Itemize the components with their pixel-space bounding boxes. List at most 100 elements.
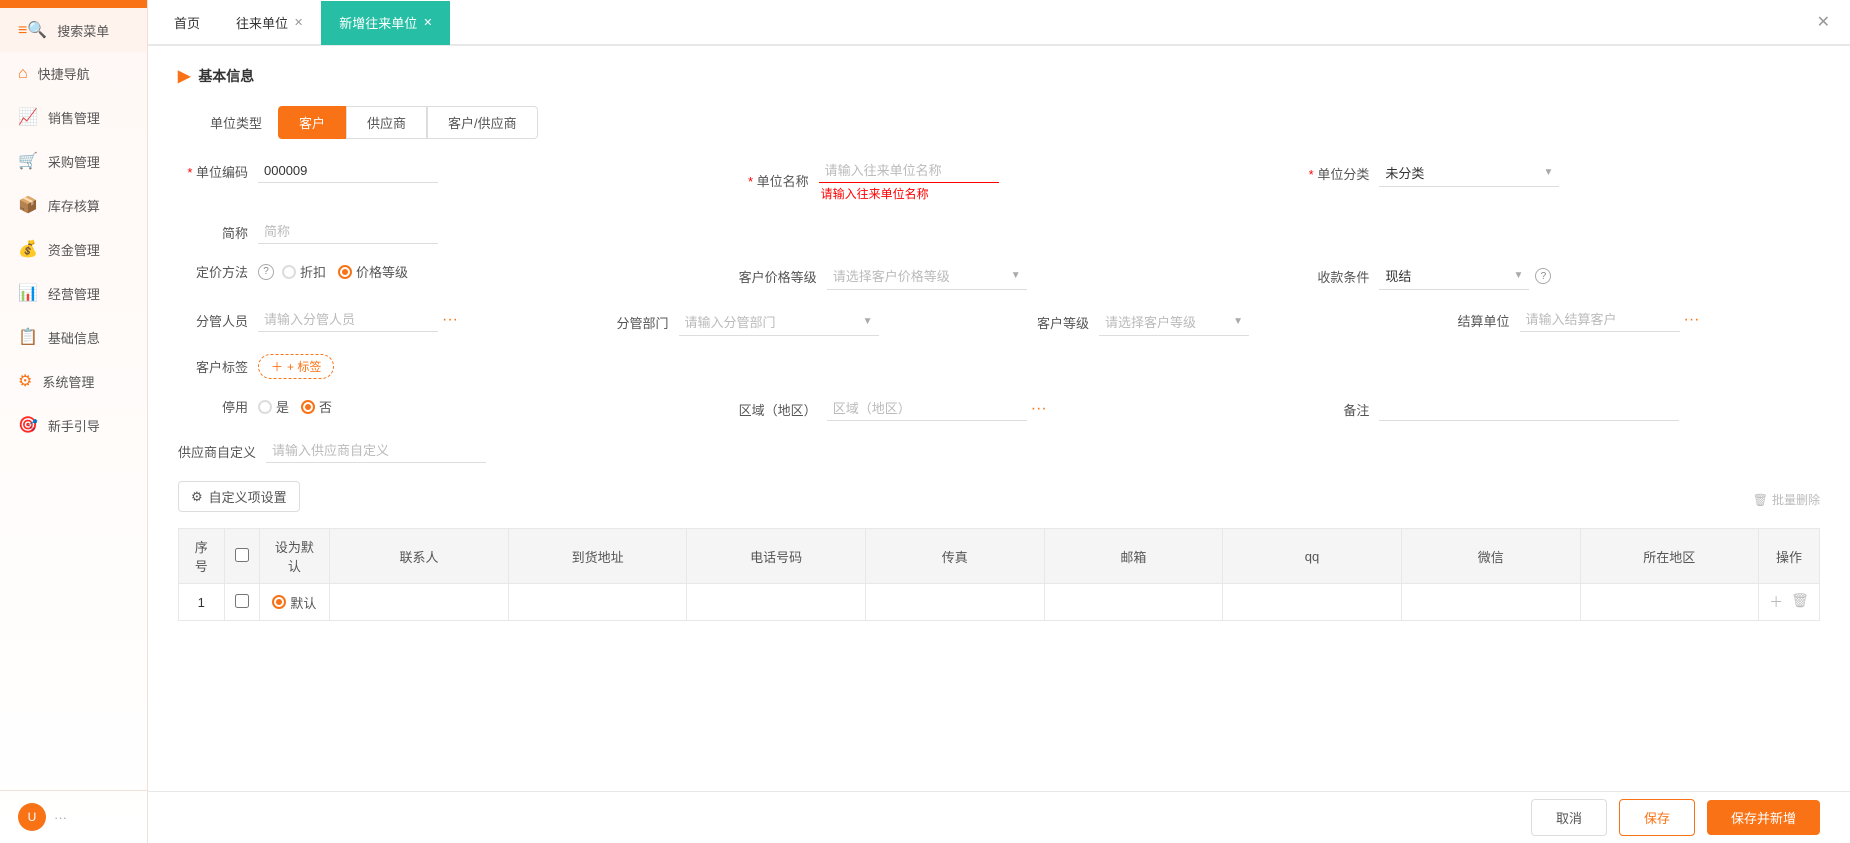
settlement-input[interactable] [1520, 308, 1680, 332]
cancel-button[interactable]: 取消 [1531, 799, 1607, 836]
settlement-more-dots[interactable]: ··· [1680, 311, 1704, 329]
sidebar-bottom: U ··· [0, 790, 147, 843]
unit-code-input[interactable] [258, 159, 438, 183]
manager-input[interactable] [258, 308, 438, 332]
operations-icon: 📊 [18, 283, 38, 303]
pricing-discount-label: 折扣 [300, 262, 326, 281]
sidebar-item-search[interactable]: ≡🔍 搜索菜单 [0, 8, 147, 52]
row-checkbox[interactable] [235, 594, 249, 608]
customer-price-chevron: ▼ [1011, 270, 1021, 281]
row-fax[interactable] [865, 584, 1044, 621]
row-wechat[interactable] [1401, 584, 1580, 621]
short-name-label: 简称 [178, 223, 258, 242]
sidebar-item-inventory[interactable]: 📦 库存核算 [0, 183, 147, 227]
row-email[interactable] [1044, 584, 1223, 621]
supplier-custom-input[interactable] [266, 439, 486, 463]
tab-contacts-close[interactable]: ✕ [294, 16, 303, 29]
unit-category-dropdown[interactable]: 未分类 ▼ [1379, 159, 1559, 187]
row-default-radio[interactable]: 默认 [270, 593, 320, 612]
area-more-dots[interactable]: ··· [1027, 400, 1051, 418]
tab-new-contact-close[interactable]: ✕ [423, 16, 432, 29]
row-add-btn[interactable]: ＋ [1769, 592, 1783, 612]
row-delete-btn[interactable]: 🗑 [1791, 592, 1809, 612]
pricing-discount-radio[interactable]: 折扣 [282, 262, 326, 281]
sidebar-item-system[interactable]: ⚙ 系统管理 [0, 359, 147, 403]
customer-price-dropdown[interactable]: 请选择客户价格等级 ▼ [827, 262, 1027, 290]
guide-icon: 🎯 [18, 415, 38, 435]
basicinfo-icon: 📋 [18, 327, 38, 347]
unit-type-supplier-btn[interactable]: 供应商 [346, 106, 427, 139]
section-basic-info: ▶ 基本信息 [178, 66, 1820, 86]
add-tag-button[interactable]: ＋ + 标签 [258, 354, 334, 379]
tab-new-contact[interactable]: 新增往来单位 ✕ [321, 1, 450, 45]
row-wechat-input[interactable] [1412, 595, 1570, 610]
row-qq-input[interactable] [1233, 595, 1391, 610]
row-phone[interactable] [687, 584, 866, 621]
unit-name-input[interactable] [819, 159, 999, 183]
inventory-icon: 📦 [18, 195, 38, 215]
pricing-help-icon[interactable]: ? [258, 264, 274, 280]
row-phone-input[interactable] [697, 595, 855, 610]
contact-table: 序号 设为默认 联系人 到货地址 电话号码 传真 邮箱 qq 微信 所在地区 操… [178, 528, 1820, 621]
sidebar-item-finance[interactable]: 💰 资金管理 [0, 227, 147, 271]
short-name-input[interactable] [258, 220, 438, 244]
row-region-input[interactable] [1591, 595, 1749, 610]
form-row-manager: 分管人员 ··· 分管部门 请输入分管部门 ▼ 客户等级 请选择客户等级 ▼ [178, 308, 1820, 336]
sidebar-basicinfo-label: 基础信息 [48, 328, 100, 347]
row-contact-input[interactable] [340, 595, 498, 610]
stop-no-radio[interactable]: 否 [301, 397, 332, 416]
stop-yes-radio[interactable]: 是 [258, 397, 289, 416]
table-row: 1 默认 [179, 584, 1820, 621]
sidebar-item-guide[interactable]: 🎯 新手引导 [0, 403, 147, 447]
area-input[interactable] [827, 397, 1027, 421]
select-all-checkbox[interactable] [235, 548, 249, 562]
row-address-input[interactable] [519, 595, 677, 610]
finance-icon: 💰 [18, 239, 38, 259]
unit-category-value: 未分类 [1385, 163, 1424, 182]
field-supplier-custom: 供应商自定义 [178, 439, 1820, 463]
sidebar-finance-label: 资金管理 [48, 240, 100, 259]
stop-radio-group: 是 否 [258, 397, 332, 416]
sidebar-item-basicinfo[interactable]: 📋 基础信息 [0, 315, 147, 359]
unit-category-chevron: ▼ [1543, 167, 1553, 178]
row-address[interactable] [508, 584, 687, 621]
field-manager: 分管人员 ··· [178, 308, 559, 332]
unit-type-both-btn[interactable]: 客户/供应商 [427, 106, 538, 139]
row-qq[interactable] [1223, 584, 1402, 621]
save-button[interactable]: 保存 [1619, 799, 1695, 836]
stop-no-circle [301, 400, 315, 414]
tab-contacts[interactable]: 往来单位 ✕ [218, 1, 321, 45]
avatar: U [18, 803, 46, 831]
remark-input[interactable] [1379, 397, 1679, 421]
payment-help-icon[interactable]: ? [1535, 268, 1551, 284]
dept-label: 分管部门 [599, 313, 679, 332]
row-region[interactable] [1580, 584, 1759, 621]
col-default: 设为默认 [259, 529, 330, 584]
manager-more-dots[interactable]: ··· [438, 311, 462, 329]
pricing-level-radio[interactable]: 价格等级 [338, 262, 408, 281]
row-fax-input[interactable] [876, 595, 1034, 610]
pricing-label: 定价方法 [178, 262, 258, 281]
save-and-new-button[interactable]: 保存并新增 [1707, 800, 1820, 835]
sidebar-item-quicknav[interactable]: ⌂ 快捷导航 [0, 52, 147, 95]
customer-level-placeholder: 请选择客户等级 [1105, 312, 1196, 331]
dept-placeholder: 请输入分管部门 [685, 312, 776, 331]
tab-home[interactable]: 首页 [156, 1, 218, 45]
row-email-input[interactable] [1055, 595, 1213, 610]
section-icon: ▶ [178, 66, 190, 86]
payment-dropdown[interactable]: 现结 ▼ [1379, 262, 1529, 290]
batch-delete-button[interactable]: 🗑 批量删除 [1753, 491, 1820, 508]
field-customer-price: 客户价格等级 请选择客户价格等级 ▼ [739, 262, 1260, 290]
customer-level-dropdown[interactable]: 请选择客户等级 ▼ [1099, 308, 1249, 336]
sidebar-item-sales[interactable]: 📈 销售管理 [0, 95, 147, 139]
sidebar-item-purchase[interactable]: 🛒 采购管理 [0, 139, 147, 183]
sidebar-item-operations[interactable]: 📊 经营管理 [0, 271, 147, 315]
custom-settings-button[interactable]: ⚙ 自定义项设置 [178, 481, 300, 512]
window-close-btn[interactable]: ✕ [1805, 12, 1842, 32]
customer-level-chevron: ▼ [1233, 316, 1243, 327]
field-remark: 备注 [1299, 397, 1820, 421]
row-contact[interactable] [330, 584, 509, 621]
custom-settings-label: 自定义项设置 [209, 487, 287, 506]
unit-type-customer-btn[interactable]: 客户 [278, 106, 346, 139]
dept-dropdown[interactable]: 请输入分管部门 ▼ [679, 308, 879, 336]
